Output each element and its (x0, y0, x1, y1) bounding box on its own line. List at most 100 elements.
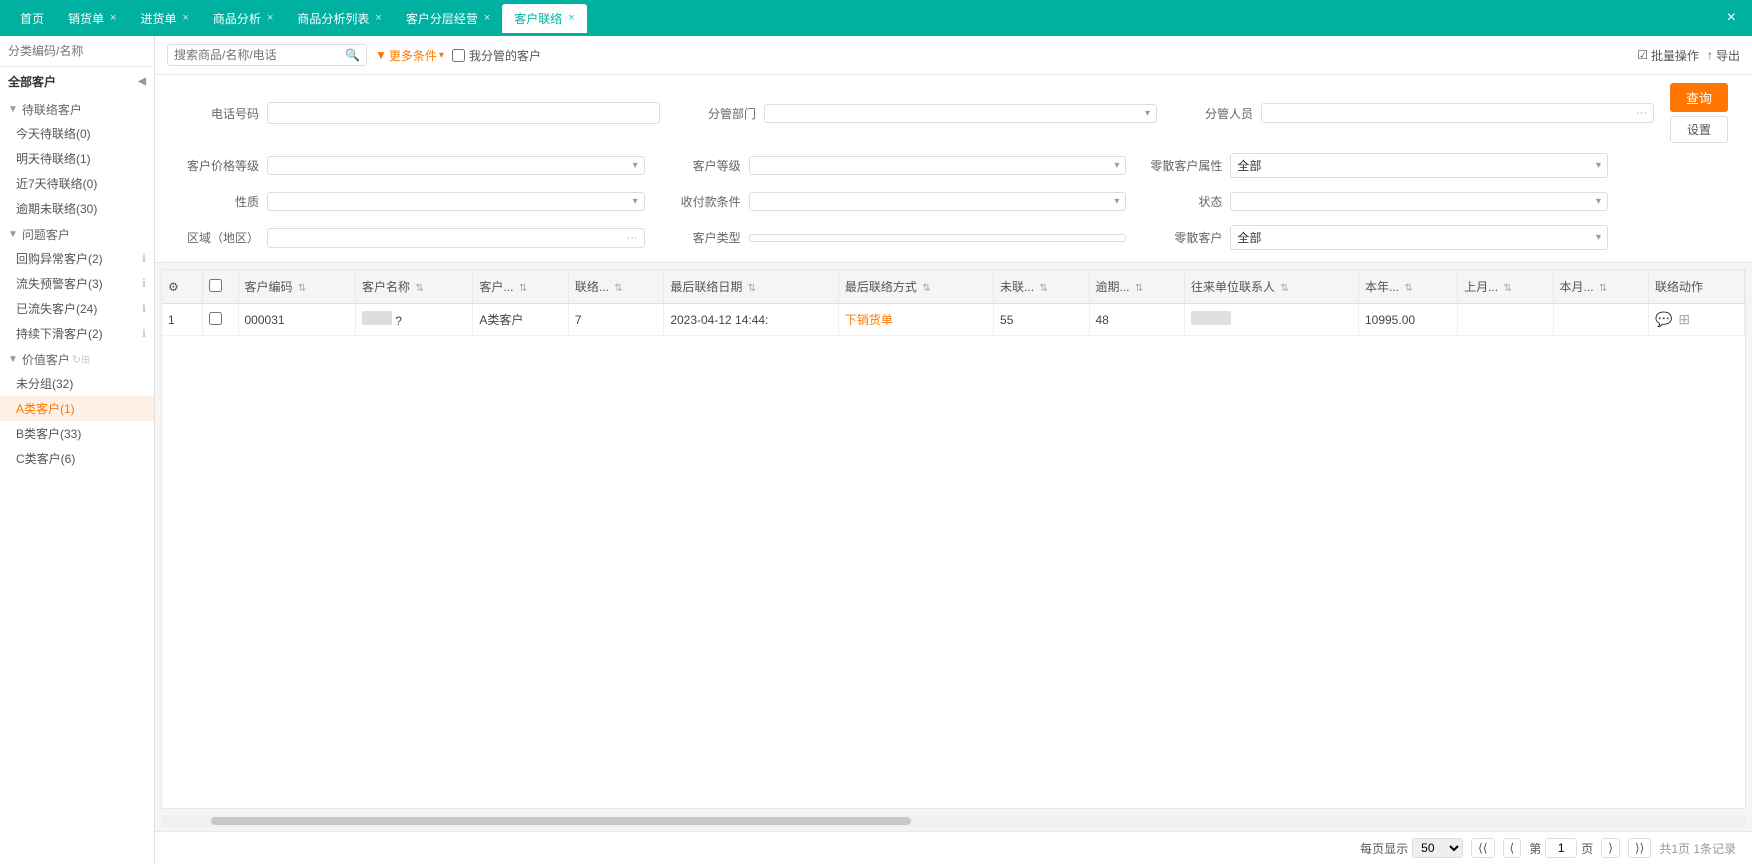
sidebar-item-declining[interactable]: 持续下滑客户(2) ℹ (0, 321, 154, 346)
th-last-date[interactable]: 最后联络日期 ⇅ (664, 270, 839, 304)
th-contact-count[interactable]: 联络... ⇅ (568, 270, 663, 304)
message-icon[interactable]: 💬 (1655, 311, 1672, 328)
status-select[interactable]: ▾ (1230, 192, 1608, 211)
nav-tab-customer-tier-close[interactable]: × (484, 12, 490, 24)
payment-select[interactable]: ▾ (749, 192, 1127, 211)
sidebar-group-pending[interactable]: ▼ 待联络客户 (0, 96, 154, 121)
nav-tab-sales-close[interactable]: × (110, 12, 116, 24)
nav-tab-purchase[interactable]: 进货单 × (128, 4, 200, 33)
last-method-link[interactable]: 下销货单 (845, 313, 893, 327)
prev-page-button[interactable]: ⟨ (1503, 838, 1522, 858)
nav-tab-product-analysis-close[interactable]: × (267, 12, 273, 24)
sidebar-item-ungrouped[interactable]: 未分组(32) (0, 371, 154, 396)
qrcode-icon[interactable]: ⊞ (1678, 311, 1690, 328)
sidebar-group-problem[interactable]: ▼ 问题客户 (0, 221, 154, 246)
cust-type-select[interactable] (749, 234, 1127, 242)
value-group-refresh[interactable]: ↻ (72, 353, 81, 366)
nav-tab-product-analysis[interactable]: 商品分析 × (201, 4, 285, 33)
sidebar-item-class-a[interactable]: A类客户(1) (0, 396, 154, 421)
sidebar-item-class-c[interactable]: C类客户(6) (0, 446, 154, 471)
filter-bar: 🔍 ▼ 更多条件 ▾ 我分管的客户 ☑ 批量操作 ↑ 导出 (155, 36, 1752, 75)
filter-cust-level: 客户等级 ▾ (653, 152, 1135, 179)
sidebar-search-input[interactable] (8, 44, 155, 58)
th-settings[interactable]: ⚙ (162, 270, 202, 304)
person-select[interactable]: ··· (1261, 103, 1654, 123)
nav-tab-purchase-close[interactable]: × (182, 12, 188, 24)
nature-select[interactable]: ▾ (267, 192, 645, 211)
filter-person: 分管人员 ··· (1165, 99, 1662, 127)
next-page-button[interactable]: ⟩ (1601, 838, 1620, 858)
nav-tab-customer-tier[interactable]: 客户分层经营 × (394, 4, 502, 33)
nav-product-analysis-label: 商品分析 (213, 10, 261, 27)
sidebar-all-customers-header[interactable]: 全部客户 ◀ (0, 67, 154, 96)
query-button[interactable]: 查询 (1670, 83, 1728, 112)
sidebar-item-7days[interactable]: 近7天待联络(0) (0, 171, 154, 196)
nav-home-label: 首页 (20, 10, 44, 27)
select-all-checkbox[interactable] (209, 279, 222, 292)
phone-input[interactable] (267, 102, 660, 124)
nav-tab-home[interactable]: 首页 (8, 4, 56, 33)
my-customer-checkbox[interactable] (452, 49, 465, 62)
sidebar-item-tomorrow[interactable]: 明天待联络(1) (0, 146, 154, 171)
nav-sales-label: 销货单 (68, 10, 104, 27)
nav-tab-product-list[interactable]: 商品分析列表 × (285, 4, 393, 33)
scrollbar-thumb[interactable] (211, 817, 911, 825)
retail-cust-select[interactable]: 全部 ▾ (1230, 225, 1608, 250)
sidebar-group-value[interactable]: ▼ 价值客户 ↻ ⊞ (0, 346, 154, 371)
th-cust-type[interactable]: 客户... ⇅ (473, 270, 568, 304)
page-number-input[interactable] (1545, 838, 1577, 858)
row-checkbox[interactable] (209, 312, 222, 325)
sidebar-item-today[interactable]: 今天待联络(0) (0, 121, 154, 146)
sidebar-item-churned[interactable]: 已流失客户(24) ℹ (0, 296, 154, 321)
close-all-button[interactable]: × (1719, 5, 1744, 31)
batch-op-icon: ☑ (1637, 48, 1648, 62)
sidebar-item-churn-warning[interactable]: 流失预警客户(3) ℹ (0, 271, 154, 296)
info-icon-1: ℹ (142, 252, 146, 265)
retail-attr-select[interactable]: 全部 ▾ (1230, 153, 1608, 178)
table-settings-icon[interactable]: ⚙ (168, 280, 179, 294)
th-last-method[interactable]: 最后联络方式 ⇅ (838, 270, 993, 304)
export-button[interactable]: ↑ 导出 (1707, 47, 1740, 64)
price-level-select[interactable]: ▾ (267, 156, 645, 175)
batch-op-button[interactable]: ☑ 批量操作 (1637, 47, 1699, 64)
th-this-month[interactable]: 本月... ⇅ (1553, 270, 1648, 304)
th-unit-contact[interactable]: 往来单位联系人 ⇅ (1184, 270, 1358, 304)
th-checkbox[interactable] (202, 270, 238, 304)
th-not-contacted[interactable]: 未联... ⇅ (994, 270, 1089, 304)
last-page-button[interactable]: ⟩⟩ (1628, 838, 1651, 858)
dept-label: 分管部门 (676, 105, 756, 122)
sidebar-item-repurchase[interactable]: 回购异常客户(2) ℹ (0, 246, 154, 271)
setting-button[interactable]: 设置 (1670, 116, 1728, 143)
all-customers-label: 全部客户 (8, 73, 56, 90)
filter-row-3: 性质 ▾ 收付款条件 ▾ 状态 ▾ (171, 188, 1736, 215)
cell-this-month (1553, 304, 1648, 336)
filter-icon: ▼ (375, 48, 387, 62)
sort-icon-name: ⇅ (415, 283, 423, 294)
filter-search-input[interactable] (174, 48, 341, 62)
sidebar-item-overdue[interactable]: 逾期未联络(30) (0, 196, 154, 221)
value-group-settings[interactable]: ⊞ (81, 353, 90, 366)
nav-tab-customer-contact[interactable]: 客户联络 × (502, 4, 586, 33)
cell-last-method[interactable]: 下销货单 (838, 304, 993, 336)
collapse-icon: ◀ (138, 76, 146, 87)
nav-tab-customer-contact-close[interactable]: × (568, 12, 574, 24)
th-overdue[interactable]: 逾期... ⇅ (1089, 270, 1184, 304)
th-name[interactable]: 客户名称 ⇅ (355, 270, 472, 304)
more-filter-button[interactable]: ▼ 更多条件 ▾ (375, 47, 444, 64)
cell-checkbox[interactable] (202, 304, 238, 336)
dept-select[interactable]: ▾ (764, 104, 1157, 123)
th-this-year[interactable]: 本年... ⇅ (1358, 270, 1457, 304)
th-code[interactable]: 客户编码 ⇅ (238, 270, 355, 304)
th-last-month[interactable]: 上月... ⇅ (1458, 270, 1553, 304)
info-icon-2: ℹ (142, 277, 146, 290)
filter-search-icon[interactable]: 🔍 (345, 48, 360, 62)
per-page-select[interactable]: 50 100 200 (1412, 838, 1463, 858)
sidebar-item-class-b[interactable]: B类客户(33) (0, 421, 154, 446)
cust-level-select[interactable]: ▾ (749, 156, 1127, 175)
nav-tab-product-list-close[interactable]: × (375, 12, 381, 24)
first-page-button[interactable]: ⟨⟨ (1471, 838, 1494, 858)
horizontal-scrollbar[interactable] (161, 815, 1746, 827)
nav-tab-sales[interactable]: 销货单 × (56, 4, 128, 33)
region-select[interactable]: ··· (267, 228, 645, 248)
more-filter-label: 更多条件 (389, 47, 437, 64)
